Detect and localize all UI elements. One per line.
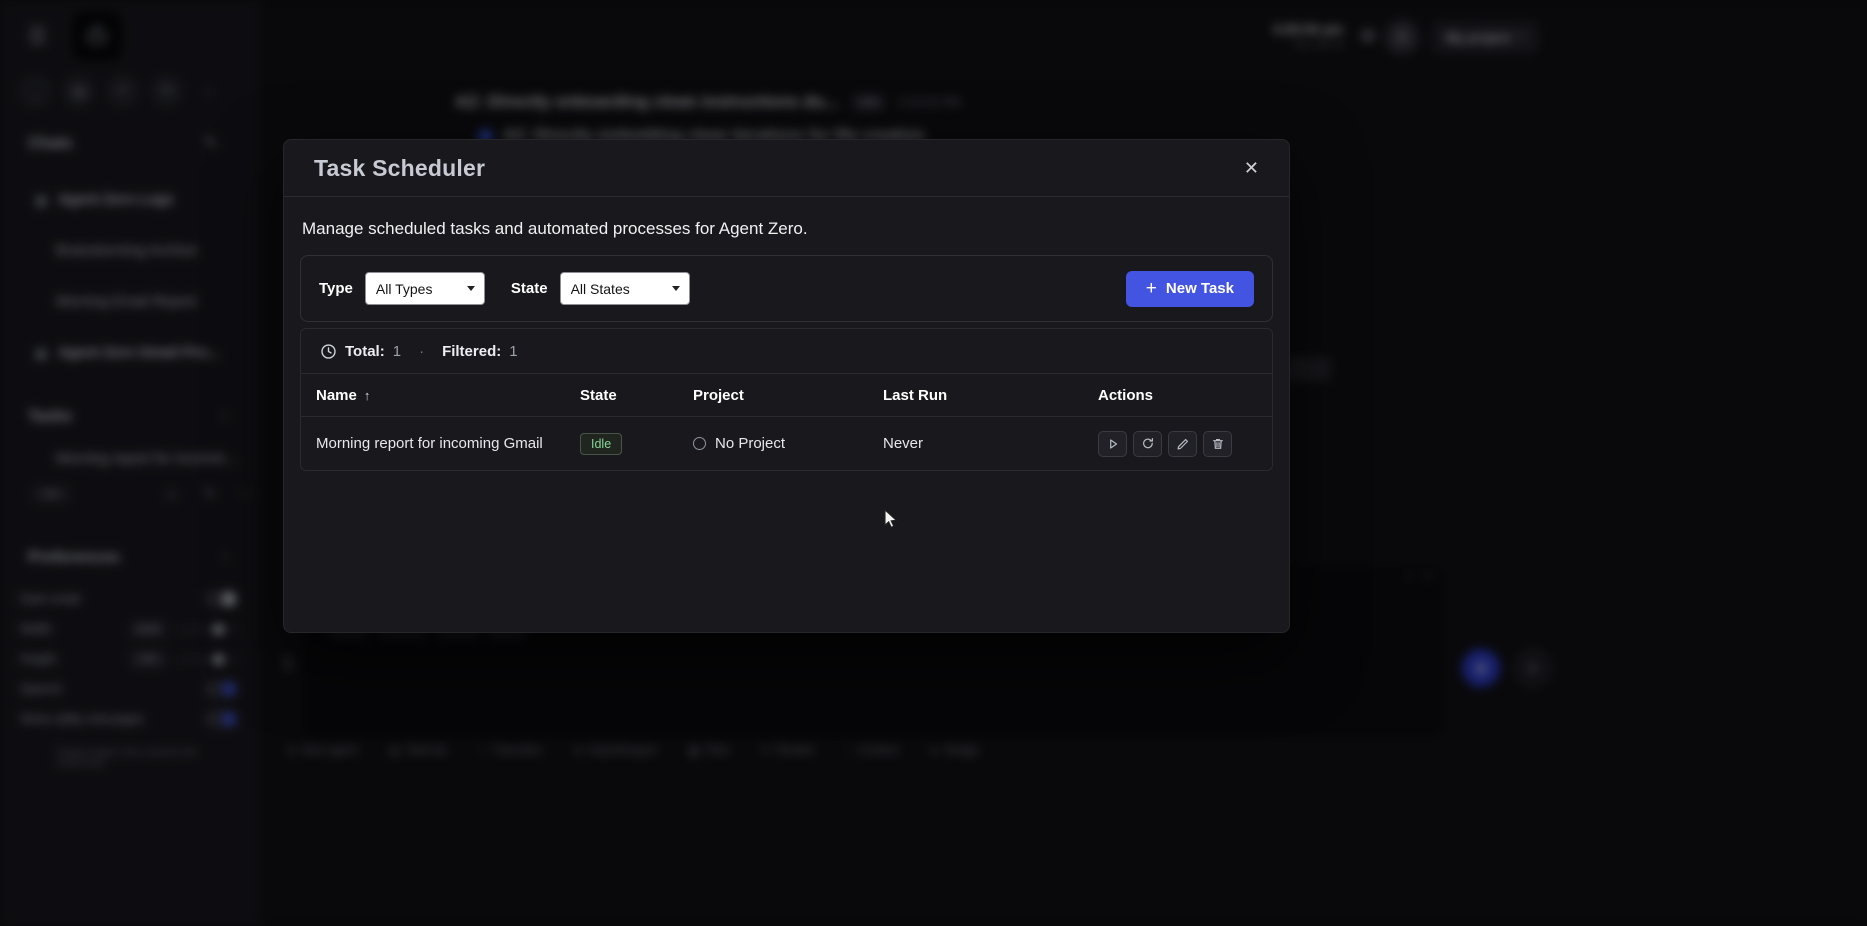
state-select[interactable]: All States xyxy=(560,272,690,305)
edit-task-button[interactable] xyxy=(1168,431,1197,457)
state-select-control[interactable]: All States xyxy=(560,272,690,305)
column-header-name[interactable]: Name↑ xyxy=(316,387,580,404)
state-filter-label: State xyxy=(511,280,548,297)
new-task-button[interactable]: + New Task xyxy=(1126,271,1254,307)
task-last-run-cell: Never xyxy=(883,435,1098,452)
column-header-state[interactable]: State xyxy=(580,387,693,404)
column-header-actions: Actions xyxy=(1098,387,1257,404)
plus-icon: + xyxy=(1146,279,1157,298)
modal-header: Task Scheduler ✕ xyxy=(284,140,1289,197)
type-filter-label: Type xyxy=(319,280,353,297)
modal-body: Manage scheduled tasks and automated pro… xyxy=(284,219,1289,471)
stats-row: Total: 1 · Filtered: 1 xyxy=(301,329,1272,374)
task-table: Total: 1 · Filtered: 1 Name↑ State Proje… xyxy=(300,328,1273,471)
run-task-button[interactable] xyxy=(1098,431,1127,457)
column-header-project[interactable]: Project xyxy=(693,387,883,404)
task-state-cell: Idle xyxy=(580,433,693,455)
refresh-icon xyxy=(1141,437,1155,451)
task-actions-cell xyxy=(1098,431,1257,457)
close-icon[interactable]: ✕ xyxy=(1244,159,1259,177)
task-scheduler-modal: Task Scheduler ✕ Manage scheduled tasks … xyxy=(283,139,1290,633)
trash-icon xyxy=(1211,437,1225,451)
filtered-label: Filtered: xyxy=(442,343,501,360)
play-icon xyxy=(1106,437,1120,451)
no-project-icon xyxy=(693,437,706,450)
total-value: 1 xyxy=(393,343,401,360)
delete-task-button[interactable] xyxy=(1203,431,1232,457)
table-header-row: Name↑ State Project Last Run Actions xyxy=(301,374,1272,417)
filter-bar: Type All Types State All States + New Ta… xyxy=(300,255,1273,322)
project-name: No Project xyxy=(715,435,785,452)
new-task-label: New Task xyxy=(1166,280,1234,297)
task-name-cell: Morning report for incoming Gmail xyxy=(316,435,580,452)
modal-title: Task Scheduler xyxy=(314,155,485,182)
sort-asc-icon: ↑ xyxy=(364,388,371,403)
clock-icon xyxy=(320,343,337,360)
type-select[interactable]: All Types xyxy=(365,272,485,305)
table-row[interactable]: Morning report for incoming Gmail Idle N… xyxy=(301,417,1272,470)
task-project-cell: No Project xyxy=(693,435,883,452)
pencil-icon xyxy=(1176,437,1190,451)
idle-status-badge: Idle xyxy=(580,433,622,455)
filtered-value: 1 xyxy=(509,343,517,360)
total-label: Total: xyxy=(345,343,385,360)
column-header-last-run[interactable]: Last Run xyxy=(883,387,1098,404)
type-select-control[interactable]: All Types xyxy=(365,272,485,305)
modal-description: Manage scheduled tasks and automated pro… xyxy=(302,219,1271,239)
reload-task-button[interactable] xyxy=(1133,431,1162,457)
stats-separator: · xyxy=(419,343,424,360)
